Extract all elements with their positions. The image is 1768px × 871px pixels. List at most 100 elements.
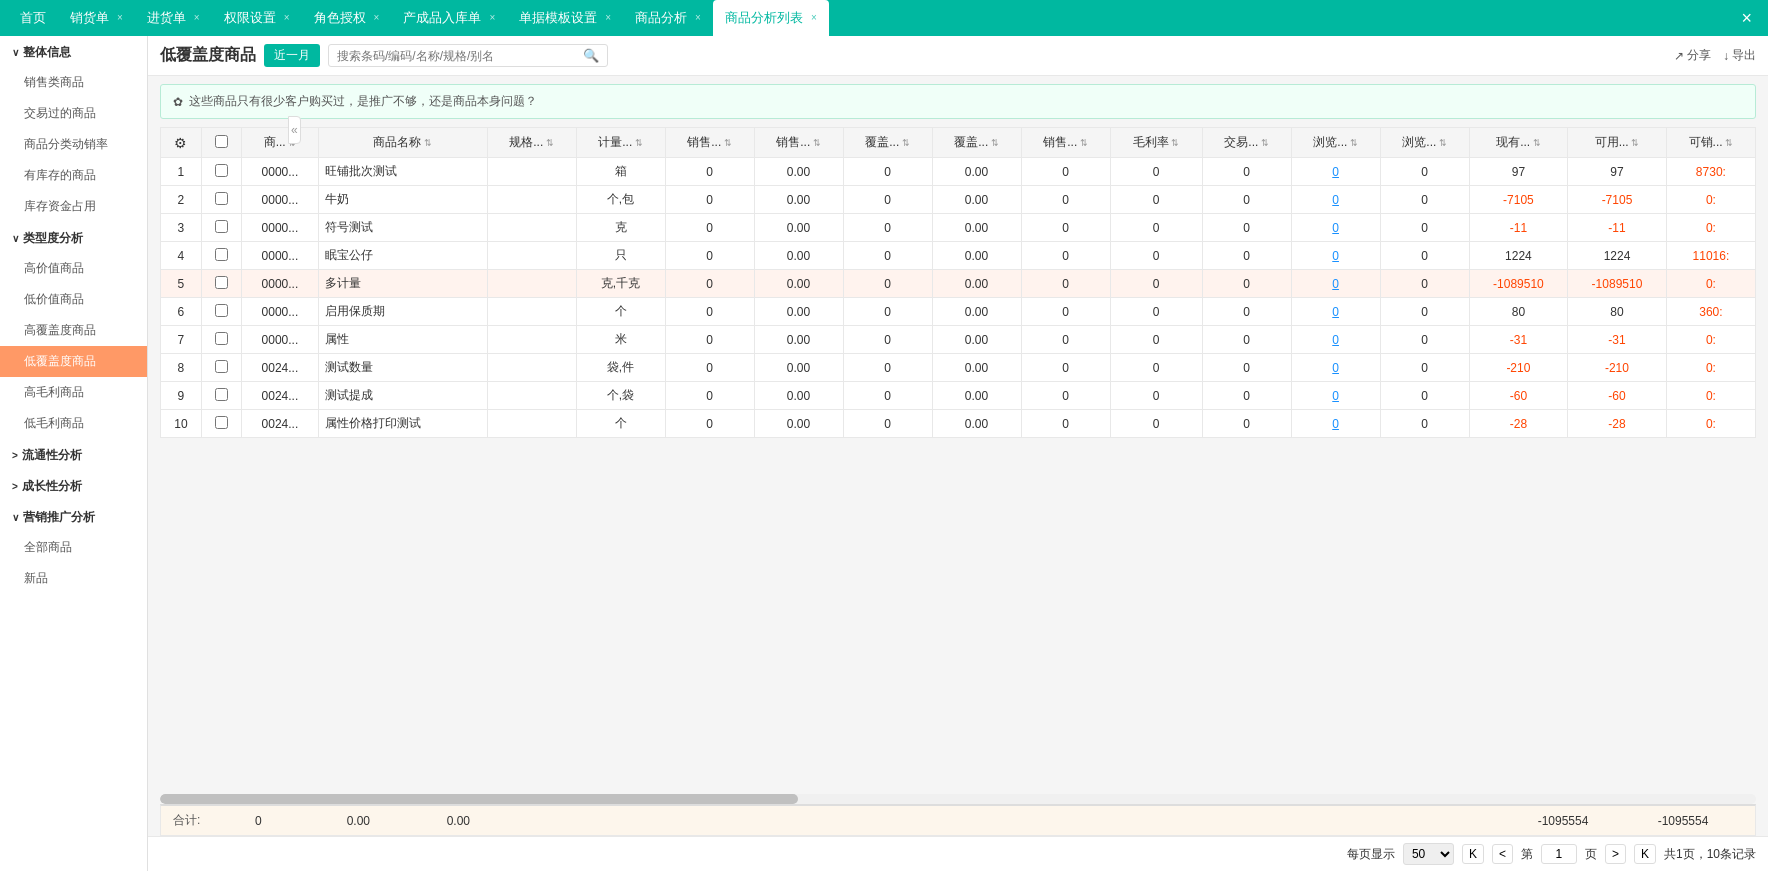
col-header-checkbox[interactable] xyxy=(201,128,241,158)
sidebar-collapse-btn[interactable]: « xyxy=(288,116,301,144)
sidebar-item-新品[interactable]: 新品 xyxy=(0,563,147,594)
col-header-browse2[interactable]: 浏览... ⇅ xyxy=(1380,128,1469,158)
sidebar-item-高覆盖度商品[interactable]: 高覆盖度商品 xyxy=(0,315,147,346)
sidebar-item-高价值商品[interactable]: 高价值商品 xyxy=(0,253,147,284)
nav-item-权限设置[interactable]: 权限设置× xyxy=(212,0,302,36)
col-header-sales3[interactable]: 销售... ⇅ xyxy=(1021,128,1110,158)
nav-item-单据模板设置[interactable]: 单据模板设置× xyxy=(507,0,623,36)
col-header-stock2[interactable]: 可用... ⇅ xyxy=(1568,128,1667,158)
next-page-btn[interactable]: > xyxy=(1605,844,1626,864)
sidebar-item-低覆盖度商品[interactable]: 低覆盖度商品 xyxy=(0,346,147,377)
row-checkbox-input[interactable] xyxy=(215,248,228,261)
row-checkbox[interactable] xyxy=(201,326,241,354)
row-checkbox-input[interactable] xyxy=(215,388,228,401)
col-header-code[interactable]: 商... ⇅ xyxy=(242,128,319,158)
nav-item-进货单[interactable]: 进货单× xyxy=(135,0,212,36)
col-header-browse1[interactable]: 浏览... ⇅ xyxy=(1291,128,1380,158)
browse-link[interactable]: 0 xyxy=(1332,417,1339,431)
row-checkbox[interactable] xyxy=(201,410,241,438)
sidebar-section-流通性分析[interactable]: >流通性分析 xyxy=(0,439,147,470)
nav-item-角色授权[interactable]: 角色授权× xyxy=(302,0,392,36)
row-browse1[interactable]: 0 xyxy=(1291,298,1380,326)
browse-link[interactable]: 0 xyxy=(1332,193,1339,207)
row-checkbox-input[interactable] xyxy=(215,332,228,345)
nav-item-close-icon[interactable]: × xyxy=(284,0,290,36)
browse-link[interactable]: 0 xyxy=(1332,249,1339,263)
sidebar-item-交易过的商品[interactable]: 交易过的商品 xyxy=(0,98,147,129)
col-header-gear[interactable]: ⚙ xyxy=(161,128,202,158)
nav-item-close-icon[interactable]: × xyxy=(811,0,817,36)
row-browse1[interactable]: 0 xyxy=(1291,186,1380,214)
export-button[interactable]: ↓ 导出 xyxy=(1723,47,1756,64)
row-checkbox[interactable] xyxy=(201,214,241,242)
row-browse1[interactable]: 0 xyxy=(1291,242,1380,270)
browse-link[interactable]: 0 xyxy=(1332,361,1339,375)
col-header-stock3[interactable]: 可销... ⇅ xyxy=(1666,128,1755,158)
col-header-name[interactable]: 商品名称 ⇅ xyxy=(318,128,487,158)
row-checkbox[interactable] xyxy=(201,270,241,298)
col-header-sales_amount[interactable]: 销售... ⇅ xyxy=(754,128,843,158)
nav-item-close-icon[interactable]: × xyxy=(605,0,611,36)
sidebar-item-商品分类动销率[interactable]: 商品分类动销率 xyxy=(0,129,147,160)
row-checkbox-input[interactable] xyxy=(215,416,228,429)
col-header-stock1[interactable]: 现有... ⇅ xyxy=(1469,128,1568,158)
row-checkbox[interactable] xyxy=(201,186,241,214)
row-browse1[interactable]: 0 xyxy=(1291,214,1380,242)
row-checkbox[interactable] xyxy=(201,382,241,410)
sidebar-item-低毛利商品[interactable]: 低毛利商品 xyxy=(0,408,147,439)
sidebar-item-低价值商品[interactable]: 低价值商品 xyxy=(0,284,147,315)
col-header-unit[interactable]: 计量... ⇅ xyxy=(576,128,665,158)
nav-item-close-icon[interactable]: × xyxy=(117,0,123,36)
share-button[interactable]: ↗ 分享 xyxy=(1674,47,1711,64)
select-all-checkbox[interactable] xyxy=(215,135,228,148)
search-input[interactable] xyxy=(337,49,583,63)
nav-item-销货单[interactable]: 销货单× xyxy=(58,0,135,36)
row-checkbox[interactable] xyxy=(201,298,241,326)
close-all-btn[interactable]: × xyxy=(1733,8,1760,29)
col-header-cover2[interactable]: 覆盖... ⇅ xyxy=(932,128,1021,158)
row-checkbox-input[interactable] xyxy=(215,304,228,317)
sidebar-section-类型度分析[interactable]: ∨类型度分析 xyxy=(0,222,147,253)
nav-item-产成品入库单[interactable]: 产成品入库单× xyxy=(391,0,507,36)
row-checkbox[interactable] xyxy=(201,354,241,382)
per-page-select[interactable]: 50 20 100 xyxy=(1403,843,1454,865)
sidebar-item-有库存的商品[interactable]: 有库存的商品 xyxy=(0,160,147,191)
row-checkbox[interactable] xyxy=(201,242,241,270)
sidebar-section-整体信息[interactable]: ∨整体信息 xyxy=(0,36,147,67)
sidebar-item-销售类商品[interactable]: 销售类商品 xyxy=(0,67,147,98)
row-checkbox-input[interactable] xyxy=(215,360,228,373)
row-checkbox[interactable] xyxy=(201,158,241,186)
nav-item-close-icon[interactable]: × xyxy=(695,0,701,36)
nav-item-首页[interactable]: 首页 xyxy=(8,0,58,36)
filter-button[interactable]: 近一月 xyxy=(264,44,320,67)
page-input[interactable] xyxy=(1541,844,1577,864)
row-checkbox-input[interactable] xyxy=(215,192,228,205)
col-header-spec[interactable]: 规格... ⇅ xyxy=(487,128,576,158)
col-header-gross[interactable]: 毛利率 ⇅ xyxy=(1110,128,1202,158)
col-header-sales_qty[interactable]: 销售... ⇅ xyxy=(665,128,754,158)
row-browse1[interactable]: 0 xyxy=(1291,354,1380,382)
nav-item-close-icon[interactable]: × xyxy=(489,0,495,36)
row-browse1[interactable]: 0 xyxy=(1291,158,1380,186)
table-container[interactable]: ⚙商... ⇅商品名称 ⇅规格... ⇅计量... ⇅销售... ⇅销售... … xyxy=(148,119,1768,790)
prev-page-btn[interactable]: < xyxy=(1492,844,1513,864)
row-browse1[interactable]: 0 xyxy=(1291,410,1380,438)
sidebar-section-成长性分析[interactable]: >成长性分析 xyxy=(0,470,147,501)
sidebar-item-全部商品[interactable]: 全部商品 xyxy=(0,532,147,563)
sidebar-item-库存资金占用[interactable]: 库存资金占用 xyxy=(0,191,147,222)
row-checkbox-input[interactable] xyxy=(215,220,228,233)
row-browse1[interactable]: 0 xyxy=(1291,326,1380,354)
browse-link[interactable]: 0 xyxy=(1332,221,1339,235)
row-checkbox-input[interactable] xyxy=(215,164,228,177)
browse-link[interactable]: 0 xyxy=(1332,165,1339,179)
browse-link[interactable]: 0 xyxy=(1332,277,1339,291)
sidebar-section-营销推广分析[interactable]: ∨营销推广分析 xyxy=(0,501,147,532)
scrollbar-area[interactable] xyxy=(160,794,1756,804)
last-page-btn[interactable]: K xyxy=(1634,844,1656,864)
row-browse1[interactable]: 0 xyxy=(1291,382,1380,410)
nav-item-close-icon[interactable]: × xyxy=(374,0,380,36)
first-page-btn[interactable]: K xyxy=(1462,844,1484,864)
nav-item-商品分析列表[interactable]: 商品分析列表× xyxy=(713,0,829,36)
browse-link[interactable]: 0 xyxy=(1332,305,1339,319)
col-header-cover1[interactable]: 覆盖... ⇅ xyxy=(843,128,932,158)
